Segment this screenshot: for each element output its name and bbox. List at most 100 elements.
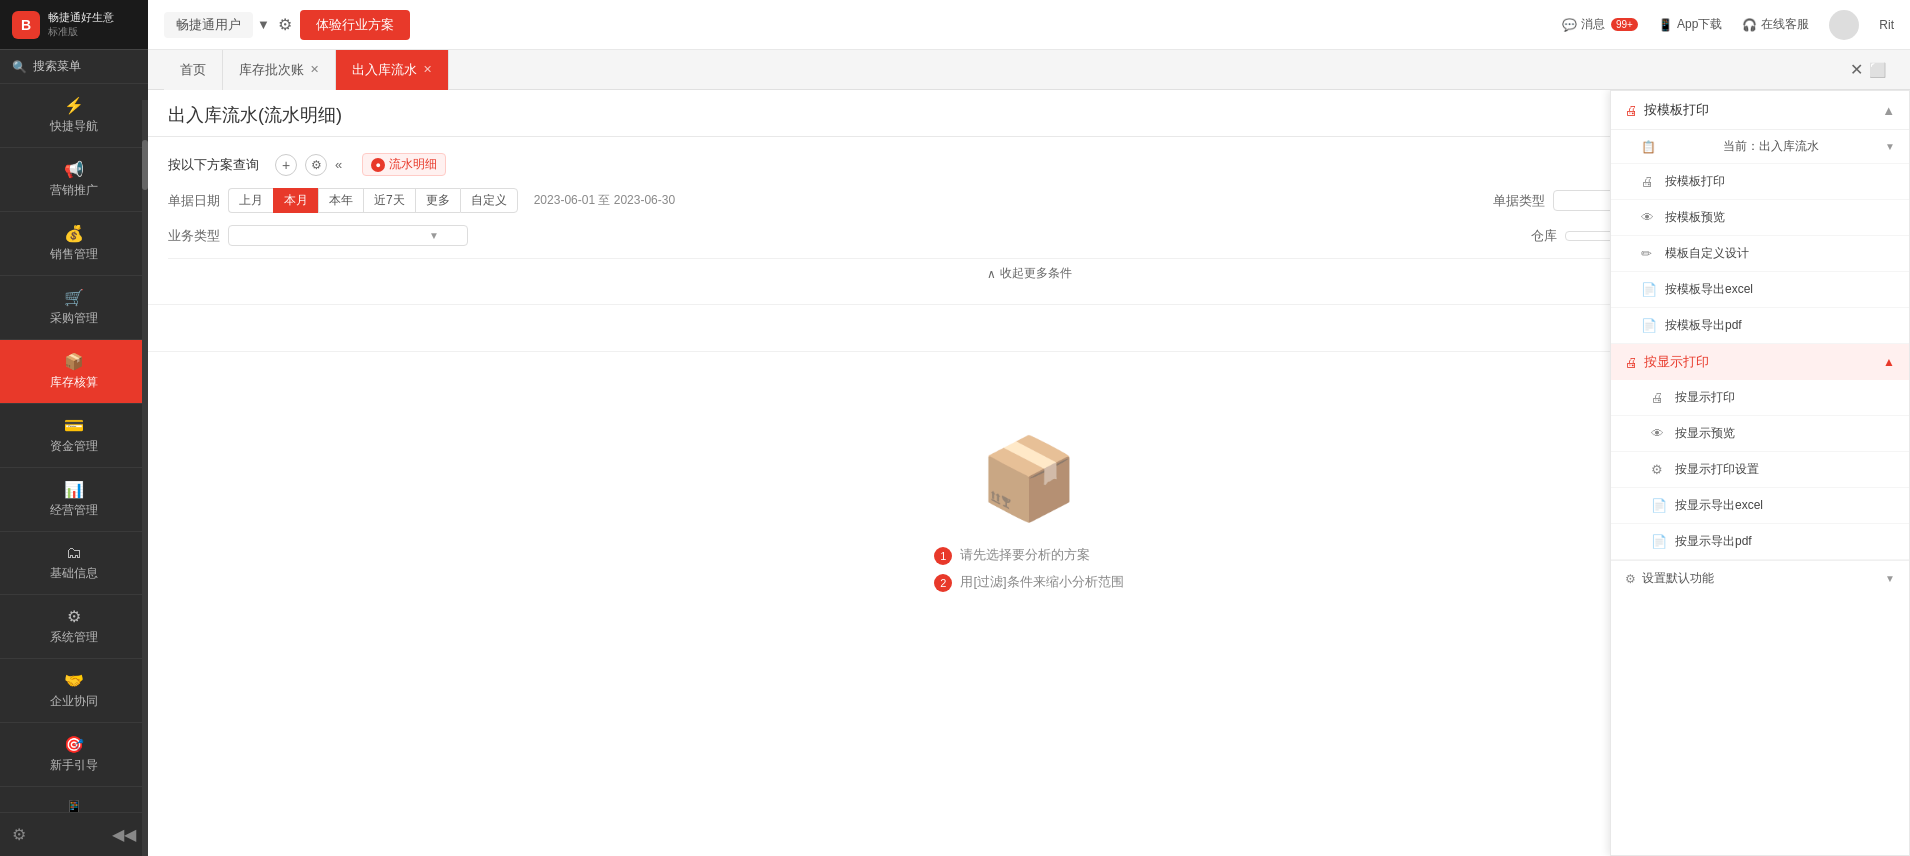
user-avatar[interactable] [1829,10,1859,40]
empty-step-1: 1 请先选择要分析的方案 [934,546,1123,565]
inventory-icon: 📦 [64,352,84,371]
filter-tag-liushui[interactable]: ● 流水明细 [362,153,446,176]
template-print-icon: 🖨 [1641,174,1657,189]
template-preview-label: 按模板预览 [1665,209,1725,226]
sidebar-item-sales[interactable]: 💰 销售管理 [0,212,148,276]
sidebar-item-finance[interactable]: 💳 资金管理 [0,404,148,468]
dropdown-current-template[interactable]: 📋 当前：出入库流水 ▼ [1611,130,1909,164]
set-default-label: 设置默认功能 [1642,570,1714,587]
dropdown-display-export-excel[interactable]: 📄 按显示导出excel [1611,488,1909,524]
settings-icon[interactable]: ⚙ [12,825,26,844]
dropdown-template-export-pdf[interactable]: 📄 按模板导出pdf [1611,308,1909,344]
page-title: 出入库流水(流水明细) [168,103,342,127]
biz-type-select[interactable]: ▼ [228,225,468,246]
sidebar-item-enterprise[interactable]: 🤝 企业协同 [0,659,148,723]
sidebar-item-label: 基础信息 [50,565,98,582]
filter-setting-btn[interactable]: ⚙ [305,154,327,176]
sidebar-item-quick-nav[interactable]: ⚡ 快捷导航 [0,84,148,148]
dropdown-header: 🖨 按模板打印 ▲ [1611,91,1909,130]
display-export-pdf-icon: 📄 [1651,534,1667,549]
dropdown-display-print[interactable]: 🖨 按显示打印 [1611,380,1909,416]
trial-btn[interactable]: 体验行业方案 [300,10,410,40]
date-last-7-days-btn[interactable]: 近7天 [363,188,415,213]
customer-service-action[interactable]: 🎧 在线客服 [1742,16,1809,33]
tab-inventory-batch-close[interactable]: ✕ [310,63,319,76]
collapse-sidebar-icon[interactable]: ◀◀ [112,825,136,844]
header-user-area: 畅捷通用户 ▼ [164,12,270,38]
sidebar-item-guide[interactable]: 🎯 新手引导 [0,723,148,787]
sidebar-scroll-thumb [142,140,148,190]
sidebar-item-purchase[interactable]: 🛒 采购管理 [0,276,148,340]
tab-inventory-batch-label: 库存批次账 [239,61,304,79]
filter-add-btn[interactable]: + [275,154,297,176]
sidebar-scrollbar[interactable] [142,100,148,856]
sidebar-item-label: 销售管理 [50,246,98,263]
tab-inventory-batch[interactable]: 库存批次账 ✕ [223,50,336,90]
dropdown-template-print[interactable]: 🖨 按模板打印 [1611,164,1909,200]
dropdown-template-custom[interactable]: ✏ 模板自定义设计 [1611,236,1909,272]
dropdown-display-print-section[interactable]: 🖨 按显示打印 ▲ [1611,344,1909,380]
user-dropdown-icon[interactable]: ▼ [257,17,270,32]
date-filter-buttons: 上月 本月 本年 近7天 更多 自定义 [228,188,518,213]
header-settings-icon[interactable]: ⚙ [278,15,292,34]
main-area: 畅捷通用户 ▼ ⚙ 体验行业方案 💬 消息 99+ 📱 App下载 🎧 在线客服… [148,0,1910,856]
display-print-icon: 🖨 [1651,390,1667,405]
date-current-month-btn[interactable]: 本月 [273,188,318,213]
message-action[interactable]: 💬 消息 99+ [1562,16,1638,33]
filter-label-section: 按以下方案查询 + ⚙ « [168,154,342,176]
message-label: 消息 [1581,16,1605,33]
apps-icon: 📱 [64,799,84,812]
page-content: 出入库流水(流水明细) 🖨 按模板打印 ▲ ⬆ 导出 🔄 刷新 [148,90,1910,856]
display-print-section-label: 按显示打印 [1644,353,1709,371]
sidebar-item-apps[interactable]: 📱 应用中心 [0,787,148,812]
tab-maximize-icon[interactable]: ⬜ [1869,62,1886,78]
filter-collapse-left-btn[interactable]: « [335,157,342,172]
search-icon: 🔍 [12,60,27,74]
date-prev-month-btn[interactable]: 上月 [228,188,273,213]
sidebar-search[interactable]: 🔍 搜索菜单 [0,50,148,84]
date-range-display: 2023-06-01 至 2023-06-30 [534,192,675,209]
tab-close-all-icon[interactable]: ✕ [1850,60,1863,79]
sidebar-item-inventory[interactable]: 📦 库存核算 [0,340,148,404]
set-default-icon: ⚙ [1625,572,1636,586]
display-print-settings-icon: ⚙ [1651,462,1667,477]
dropdown-set-default[interactable]: ⚙ 设置默认功能 ▼ [1611,560,1909,596]
dropdown-template-preview[interactable]: 👁 按模板预览 [1611,200,1909,236]
tab-home[interactable]: 首页 [164,50,223,90]
display-print-settings-label: 按显示打印设置 [1675,461,1759,478]
dropdown-display-preview[interactable]: 👁 按显示预览 [1611,416,1909,452]
step-1-num: 1 [934,547,952,565]
sidebar-item-basic[interactable]: 🗂 基础信息 [0,532,148,595]
filter-tag-label: 流水明细 [389,156,437,173]
finance-icon: 💳 [64,416,84,435]
sidebar-item-label: 企业协同 [50,693,98,710]
dropdown-template-export-excel[interactable]: 📄 按模板导出excel [1611,272,1909,308]
dropdown-current-arrow-icon: ▼ [1885,141,1895,152]
sidebar: B 畅捷通好生意 标准版 🔍 搜索菜单 ⚡ 快捷导航 📢 营销推广 💰 销售管理… [0,0,148,856]
sidebar-item-marketing[interactable]: 📢 营销推广 [0,148,148,212]
date-this-year-btn[interactable]: 本年 [318,188,363,213]
display-export-excel-icon: 📄 [1651,498,1667,513]
sidebar-bottom: ⚙ ◀◀ [0,812,148,856]
date-more-btn[interactable]: 更多 [415,188,460,213]
dropdown-header-title: 按模板打印 [1644,101,1709,119]
sidebar-item-system[interactable]: ⚙ 系统管理 [0,595,148,659]
system-icon: ⚙ [67,607,81,626]
tab-inout-flow[interactable]: 出入库流水 ✕ [336,50,449,90]
template-custom-label: 模板自定义设计 [1665,245,1749,262]
app-download-action[interactable]: 📱 App下载 [1658,16,1722,33]
sidebar-item-operations[interactable]: 📊 经营管理 [0,468,148,532]
dropdown-header-arrow-icon[interactable]: ▲ [1882,103,1895,118]
template-print-label: 按模板打印 [1665,173,1725,190]
enterprise-icon: 🤝 [64,671,84,690]
template-preview-icon: 👁 [1641,210,1657,225]
empty-illustration: 📦 [979,432,1079,526]
dropdown-display-export-pdf[interactable]: 📄 按显示导出pdf [1611,524,1909,560]
date-custom-btn[interactable]: 自定义 [460,188,518,213]
app-version: 标准版 [48,25,114,39]
display-print-label: 按显示打印 [1675,389,1735,406]
dropdown-display-print-settings[interactable]: ⚙ 按显示打印设置 [1611,452,1909,488]
tab-inout-flow-close[interactable]: ✕ [423,63,432,76]
guide-icon: 🎯 [64,735,84,754]
biz-type-arrow-icon: ▼ [429,230,439,241]
